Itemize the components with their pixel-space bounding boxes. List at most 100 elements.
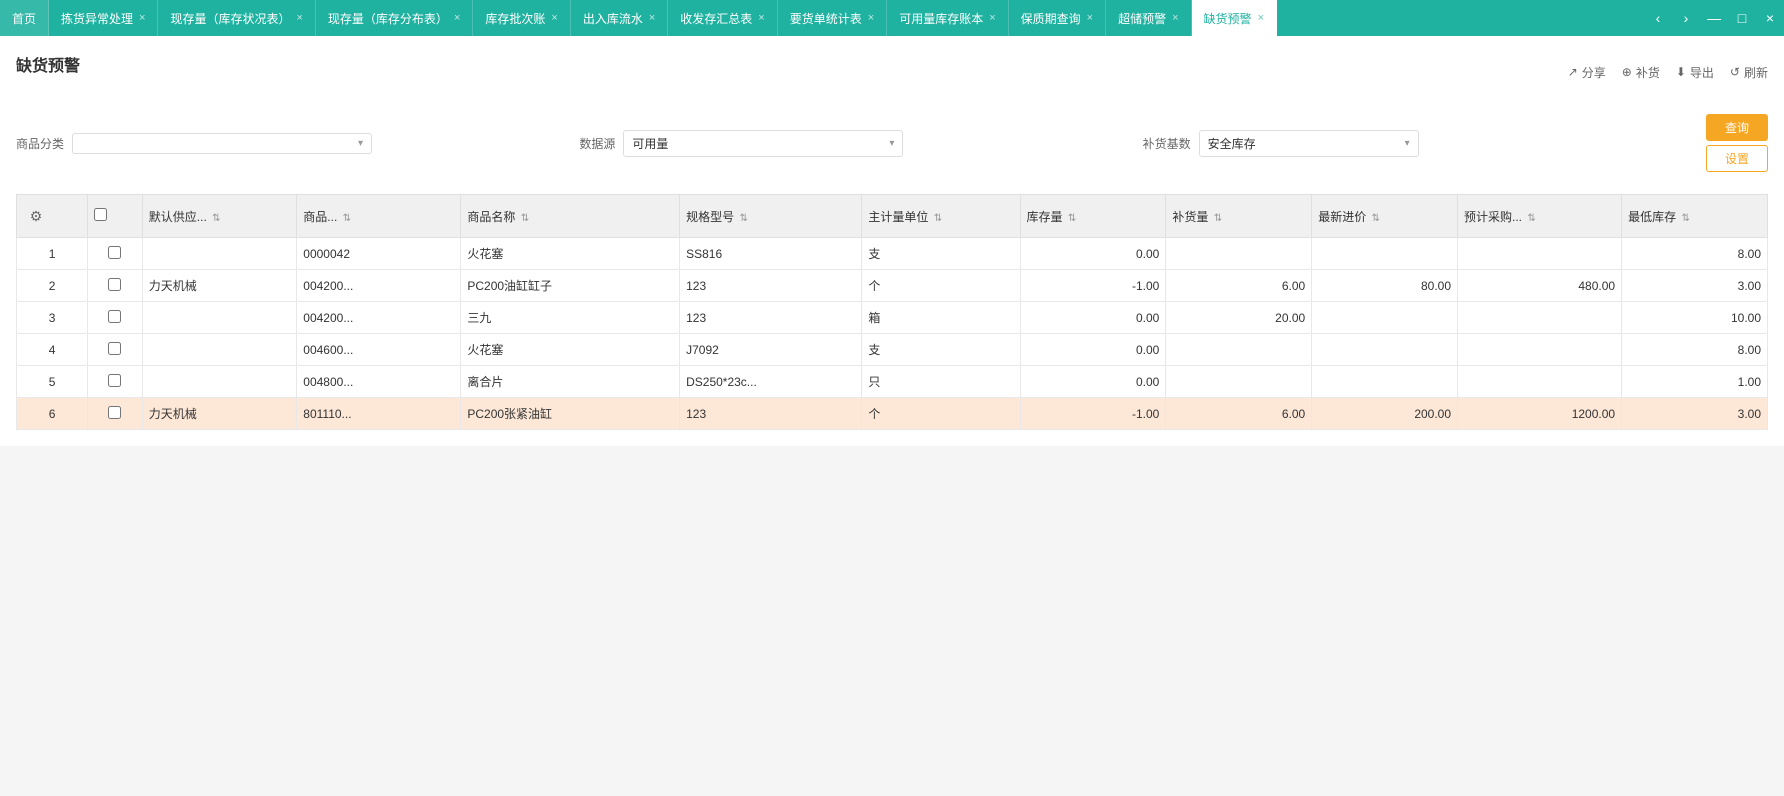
tab-scroll-prev[interactable]: ‹	[1644, 10, 1672, 26]
datasource-label: 数据源	[579, 135, 615, 152]
tab-maximize[interactable]: □	[1728, 10, 1756, 26]
filter-group-basis: 补货基数 安全库存 ▾	[1143, 130, 1682, 157]
minstk-sort-icon[interactable]: ⇅	[1681, 213, 1689, 224]
cell-spec-1: 123	[680, 270, 862, 302]
cell-latestprice-5: 200.00	[1312, 398, 1458, 430]
name-sort-icon[interactable]: ⇅	[521, 213, 529, 224]
cell-latestprice-2	[1312, 302, 1458, 334]
stock-sort-icon[interactable]: ⇅	[1068, 213, 1076, 224]
category-chevron-icon: ▾	[358, 138, 363, 149]
basis-chevron-icon: ▾	[1405, 138, 1410, 149]
refresh-icon: ↺	[1730, 65, 1740, 79]
cell-unit-0: 支	[862, 238, 1020, 270]
row-checkbox-2[interactable]	[108, 310, 121, 323]
basis-label: 补货基数	[1143, 135, 1191, 152]
row-checkbox-4[interactable]	[108, 374, 121, 387]
tab-overstock-close[interactable]: ×	[1172, 12, 1178, 24]
tab-abnormal[interactable]: 拣货异常处理 ×	[49, 0, 158, 36]
cell-stock-3: 0.00	[1020, 334, 1166, 366]
tab-order-stats[interactable]: 要货单统计表 ×	[778, 0, 887, 36]
cell-forecast-1: 480.00	[1458, 270, 1622, 302]
refresh-button[interactable]: ↺ 刷新	[1730, 64, 1768, 81]
row-checkbox-0[interactable]	[108, 246, 121, 259]
tab-minimize[interactable]: —	[1700, 10, 1728, 26]
tab-batch[interactable]: 库存批次账 ×	[473, 0, 570, 36]
row-checkbox-1[interactable]	[108, 278, 121, 291]
tab-avail-ledger-close[interactable]: ×	[989, 12, 995, 24]
tab-close-all[interactable]: ×	[1756, 10, 1784, 26]
basis-select[interactable]: 安全库存 ▾	[1199, 130, 1419, 157]
code-sort-icon[interactable]: ⇅	[343, 213, 351, 224]
cell-supplier-3	[142, 334, 297, 366]
share-button[interactable]: ↗ 分享	[1568, 64, 1606, 81]
tab-batch-close[interactable]: ×	[551, 12, 557, 24]
cell-name-2: 三九	[461, 302, 680, 334]
datasource-select[interactable]: 可用量 ▾	[623, 130, 903, 157]
spec-sort-icon[interactable]: ⇅	[739, 213, 747, 224]
tab-avail-ledger[interactable]: 可用量库存账本 ×	[887, 0, 1008, 36]
th-spec: 规格型号 ⇅	[680, 195, 862, 238]
cell-stock-4: 0.00	[1020, 366, 1166, 398]
setting-button[interactable]: 设置	[1706, 145, 1768, 172]
category-select[interactable]: ▾	[72, 133, 372, 154]
cell-latestprice-0	[1312, 238, 1458, 270]
cell-code-3: 004600...	[297, 334, 461, 366]
cell-index-1: 2	[17, 270, 88, 302]
export-button[interactable]: ⬇ 导出	[1676, 64, 1714, 81]
tab-shortage-close[interactable]: ×	[1258, 12, 1264, 24]
table-row: 2 力天机械 004200... PC200油缸缸子 123 个 -1.00 6…	[17, 270, 1768, 302]
tab-home[interactable]: 首页	[0, 0, 49, 36]
tab-abnormal-close[interactable]: ×	[139, 12, 145, 24]
tab-inout[interactable]: 出入库流水 ×	[571, 0, 668, 36]
query-button[interactable]: 查询	[1706, 114, 1768, 141]
tab-stock-dist-close[interactable]: ×	[454, 12, 460, 24]
cell-name-0: 火花塞	[461, 238, 680, 270]
datasource-value: 可用量	[632, 135, 668, 152]
replenish-button[interactable]: ⊕ 补货	[1622, 64, 1660, 81]
category-filter: 商品分类 ▾	[16, 133, 372, 154]
tab-stock-dist[interactable]: 现存量（库存分布表） ×	[316, 0, 473, 36]
tab-shortage[interactable]: 缺货预警 ×	[1192, 0, 1277, 36]
cell-index-0: 1	[17, 238, 88, 270]
tab-recv-summary[interactable]: 收发存汇总表 ×	[668, 0, 777, 36]
gear-icon[interactable]: ⚙	[23, 203, 49, 229]
th-checkbox	[88, 195, 143, 238]
cell-supplier-2	[142, 302, 297, 334]
latestprice-sort-icon[interactable]: ⇅	[1372, 213, 1380, 224]
tab-inout-close[interactable]: ×	[649, 12, 655, 24]
row-checkbox-5[interactable]	[108, 406, 121, 419]
tab-stock-status-close[interactable]: ×	[296, 12, 302, 24]
cell-forecast-4	[1458, 366, 1622, 398]
unit-sort-icon[interactable]: ⇅	[934, 213, 942, 224]
row-checkbox-3[interactable]	[108, 342, 121, 355]
tab-order-stats-close[interactable]: ×	[868, 12, 874, 24]
filter-group-category: 商品分类 ▾	[16, 133, 555, 154]
cell-minstk-1: 3.00	[1622, 270, 1768, 302]
th-unit: 主计量单位 ⇅	[862, 195, 1020, 238]
replenish-sort-icon[interactable]: ⇅	[1214, 213, 1222, 224]
page-actions: ↗ 分享 ⊕ 补货 ⬇ 导出 ↺ 刷新	[1568, 64, 1768, 81]
forecast-sort-icon[interactable]: ⇅	[1527, 213, 1535, 224]
cell-unit-3: 支	[862, 334, 1020, 366]
supplier-sort-icon[interactable]: ⇅	[212, 213, 220, 224]
tab-expiry-close[interactable]: ×	[1087, 12, 1093, 24]
th-minstk: 最低库存 ⇅	[1622, 195, 1768, 238]
cell-name-5: PC200张紧油缸	[461, 398, 680, 430]
table-row: 6 力天机械 801110... PC200张紧油缸 123 个 -1.00 6…	[17, 398, 1768, 430]
filter-actions: 查询 设置	[1706, 114, 1768, 172]
select-all-checkbox[interactable]	[94, 208, 107, 221]
tab-stock-status[interactable]: 现存量（库存状况表） ×	[158, 0, 315, 36]
tab-recv-summary-close[interactable]: ×	[758, 12, 764, 24]
cell-replenish-2: 20.00	[1166, 302, 1312, 334]
filter-group-datasource: 数据源 可用量 ▾	[579, 130, 1118, 157]
table-row: 5 004800... 离合片 DS250*23c... 只 0.00 1.00	[17, 366, 1768, 398]
replenish-icon: ⊕	[1622, 65, 1632, 79]
tab-overstock[interactable]: 超储预警 ×	[1106, 0, 1191, 36]
cell-spec-4: DS250*23c...	[680, 366, 862, 398]
tab-scroll-next[interactable]: ›	[1672, 10, 1700, 26]
cell-minstk-5: 3.00	[1622, 398, 1768, 430]
cell-stock-0: 0.00	[1020, 238, 1166, 270]
table-body: 1 0000042 火花塞 SS816 支 0.00 8.00 2 力天机械 0…	[17, 238, 1768, 430]
cell-replenish-3	[1166, 334, 1312, 366]
tab-expiry[interactable]: 保质期查询 ×	[1009, 0, 1106, 36]
